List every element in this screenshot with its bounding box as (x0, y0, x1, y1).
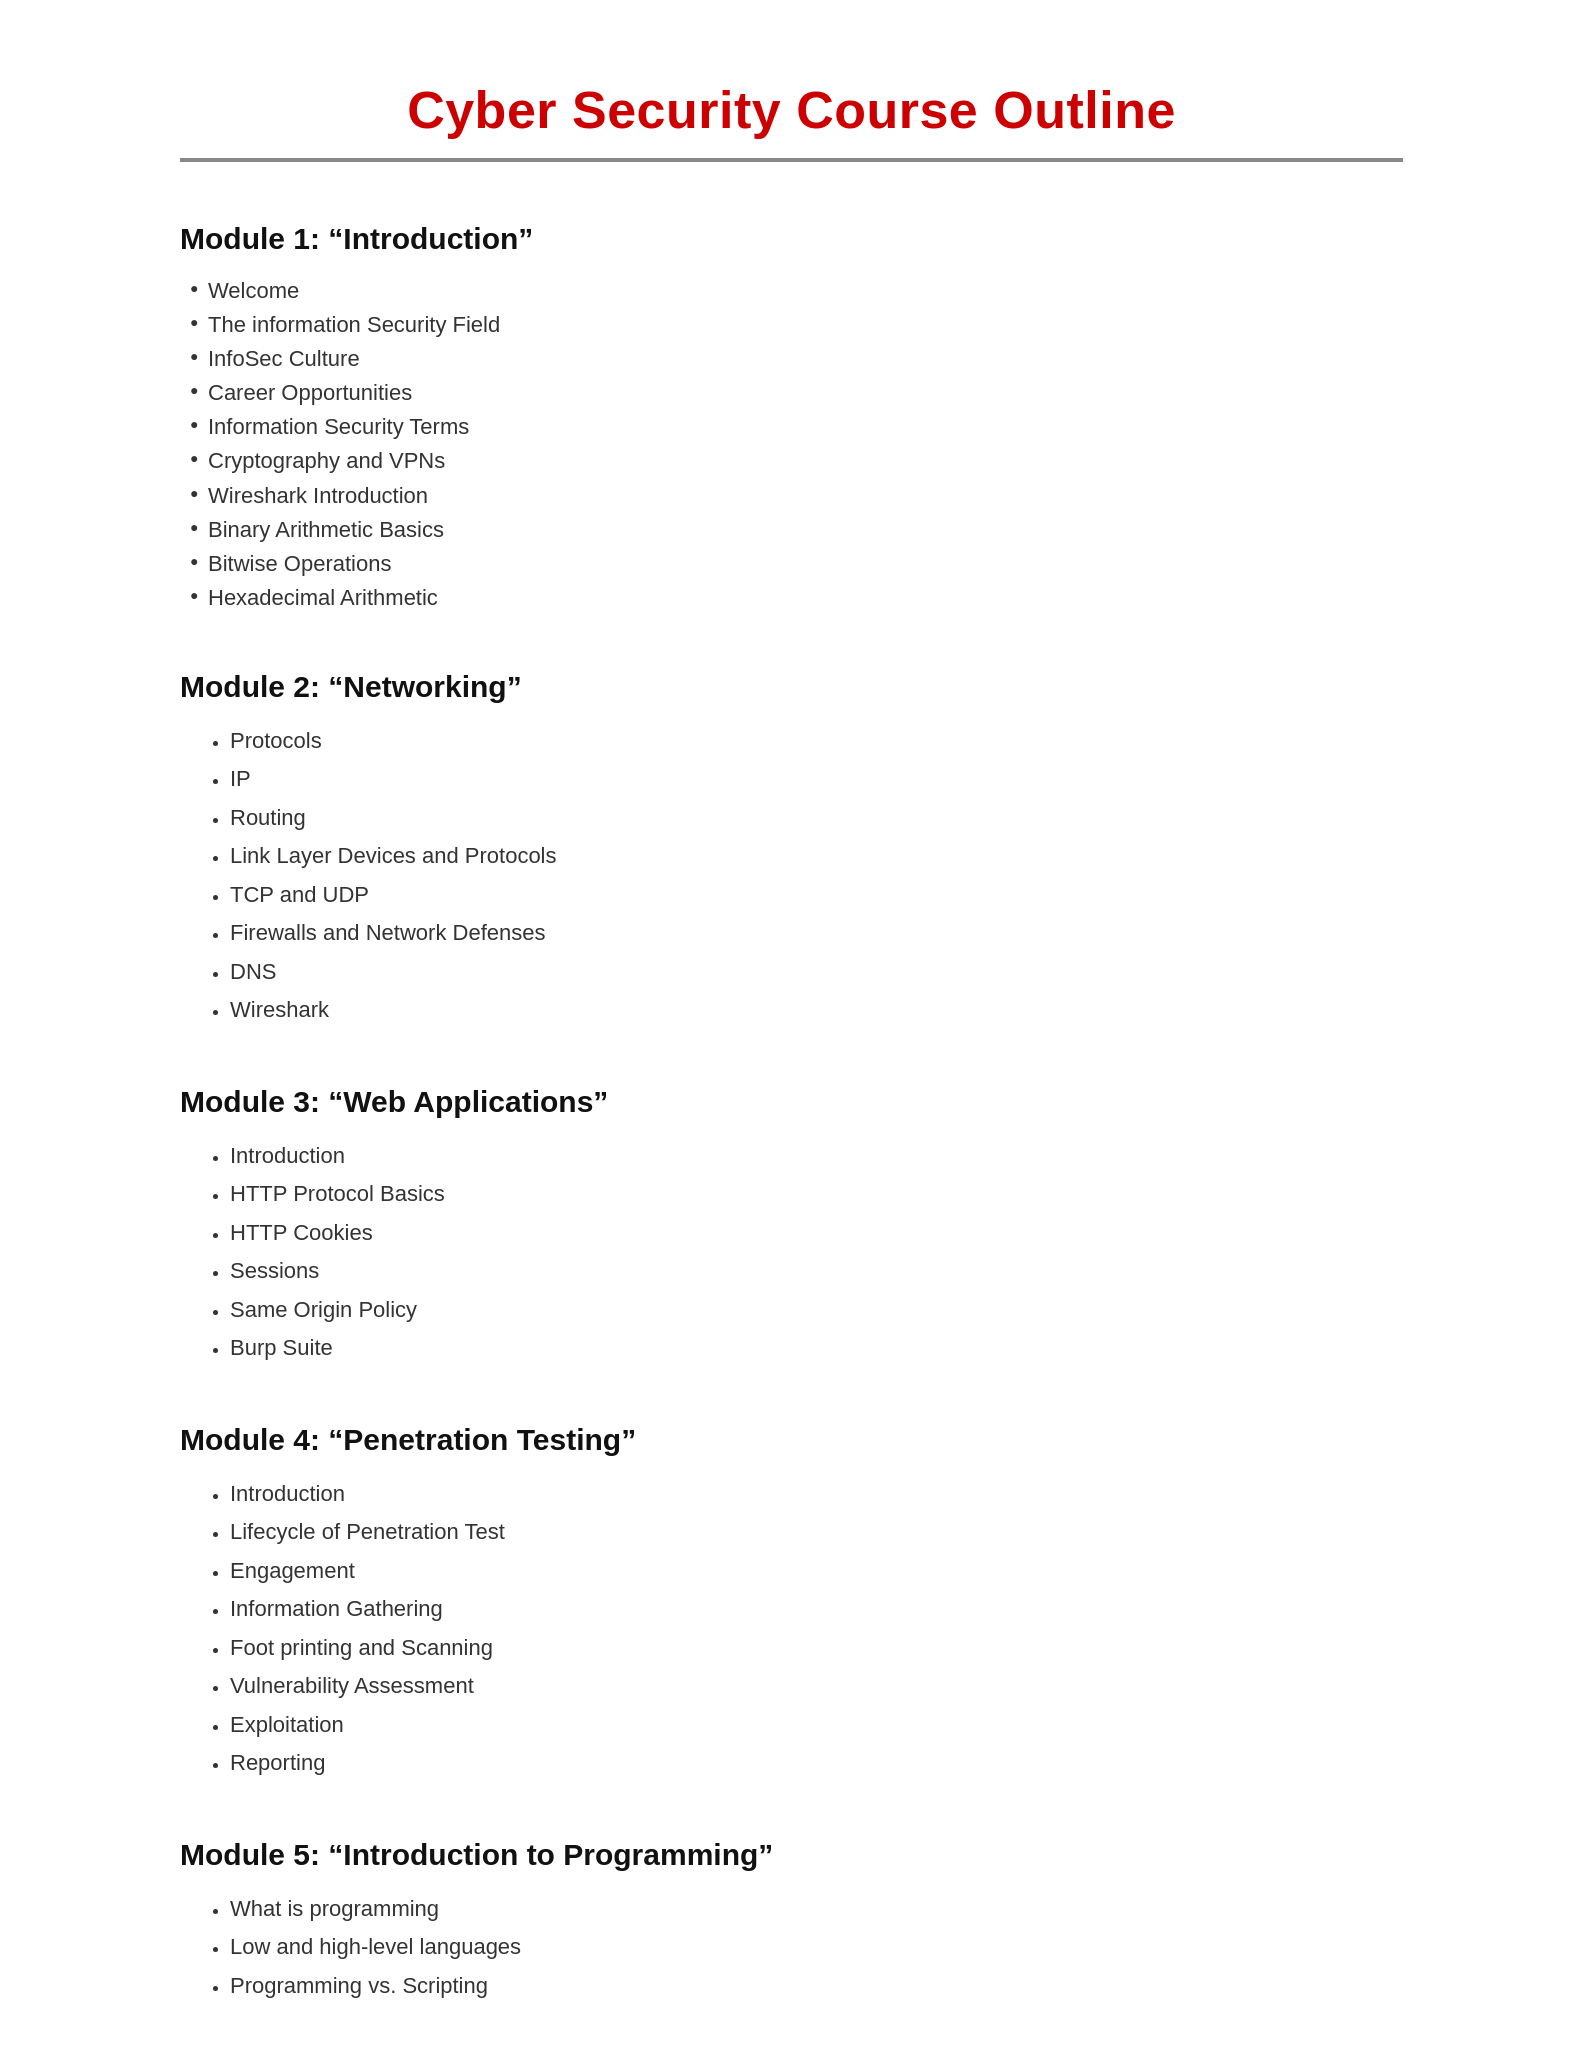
list-item: Information Gathering (230, 1590, 1403, 1629)
module-section-2: Module 2: “Networking” ProtocolsIPRouting… (180, 670, 1403, 1030)
list-item: Lifecycle of Penetration Test (230, 1513, 1403, 1552)
module-list-1: WelcomeThe information Security FieldInf… (180, 274, 1403, 615)
list-item: Low and high-level languages (230, 1928, 1403, 1967)
list-item: The information Security Field (190, 308, 1403, 342)
modules-container: Module 1: “Introduction” WelcomeThe infor… (180, 222, 1403, 2005)
module-section-4: Module 4: “Penetration Testing” Introduct… (180, 1423, 1403, 1783)
list-item: TCP and UDP (230, 876, 1403, 915)
module-heading-4: Module 4: “Penetration Testing” (180, 1423, 1403, 1457)
list-item: Wireshark (230, 991, 1403, 1030)
list-item: HTTP Cookies (230, 1214, 1403, 1253)
module-list-3: IntroductionHTTP Protocol BasicsHTTP Coo… (180, 1137, 1403, 1368)
module-heading-5: Module 5: “Introduction to Programming” (180, 1838, 1403, 1872)
list-item: Burp Suite (230, 1329, 1403, 1368)
module-section-1: Module 1: “Introduction” WelcomeThe infor… (180, 222, 1403, 615)
list-item: Cryptography and VPNs (190, 444, 1403, 478)
list-item: Welcome (190, 274, 1403, 308)
module-list-2: ProtocolsIPRoutingLink Layer Devices and… (180, 722, 1403, 1030)
list-item: Programming vs. Scripting (230, 1967, 1403, 2006)
module-heading-2: Module 2: “Networking” (180, 670, 1403, 704)
list-item: Introduction (230, 1475, 1403, 1514)
list-item: Foot printing and Scanning (230, 1629, 1403, 1668)
list-item: Reporting (230, 1744, 1403, 1783)
list-item: Firewalls and Network Defenses (230, 914, 1403, 953)
list-item: What is programming (230, 1890, 1403, 1929)
list-item: Link Layer Devices and Protocols (230, 837, 1403, 876)
list-item: Routing (230, 799, 1403, 838)
module-section-5: Module 5: “Introduction to Programming” W… (180, 1838, 1403, 2006)
module-section-3: Module 3: “Web Applications” Introduction… (180, 1085, 1403, 1368)
list-item: Engagement (230, 1552, 1403, 1591)
list-item: Sessions (230, 1252, 1403, 1291)
list-item: Binary Arithmetic Basics (190, 513, 1403, 547)
list-item: Same Origin Policy (230, 1291, 1403, 1330)
list-item: Exploitation (230, 1706, 1403, 1745)
list-item: DNS (230, 953, 1403, 992)
list-item: Hexadecimal Arithmetic (190, 581, 1403, 615)
module-list-5: What is programmingLow and high-level la… (180, 1890, 1403, 2006)
list-item: IP (230, 760, 1403, 799)
module-list-4: IntroductionLifecycle of Penetration Tes… (180, 1475, 1403, 1783)
title-divider (180, 158, 1403, 162)
list-item: Wireshark Introduction (190, 479, 1403, 513)
list-item: Vulnerability Assessment (230, 1667, 1403, 1706)
list-item: HTTP Protocol Basics (230, 1175, 1403, 1214)
module-heading-1: Module 1: “Introduction” (180, 222, 1403, 256)
list-item: Career Opportunities (190, 376, 1403, 410)
list-item: Protocols (230, 722, 1403, 761)
list-item: Information Security Terms (190, 410, 1403, 444)
list-item: Bitwise Operations (190, 547, 1403, 581)
list-item: InfoSec Culture (190, 342, 1403, 376)
list-item: Introduction (230, 1137, 1403, 1176)
page-title: Cyber Security Course Outline (180, 80, 1403, 140)
module-heading-3: Module 3: “Web Applications” (180, 1085, 1403, 1119)
